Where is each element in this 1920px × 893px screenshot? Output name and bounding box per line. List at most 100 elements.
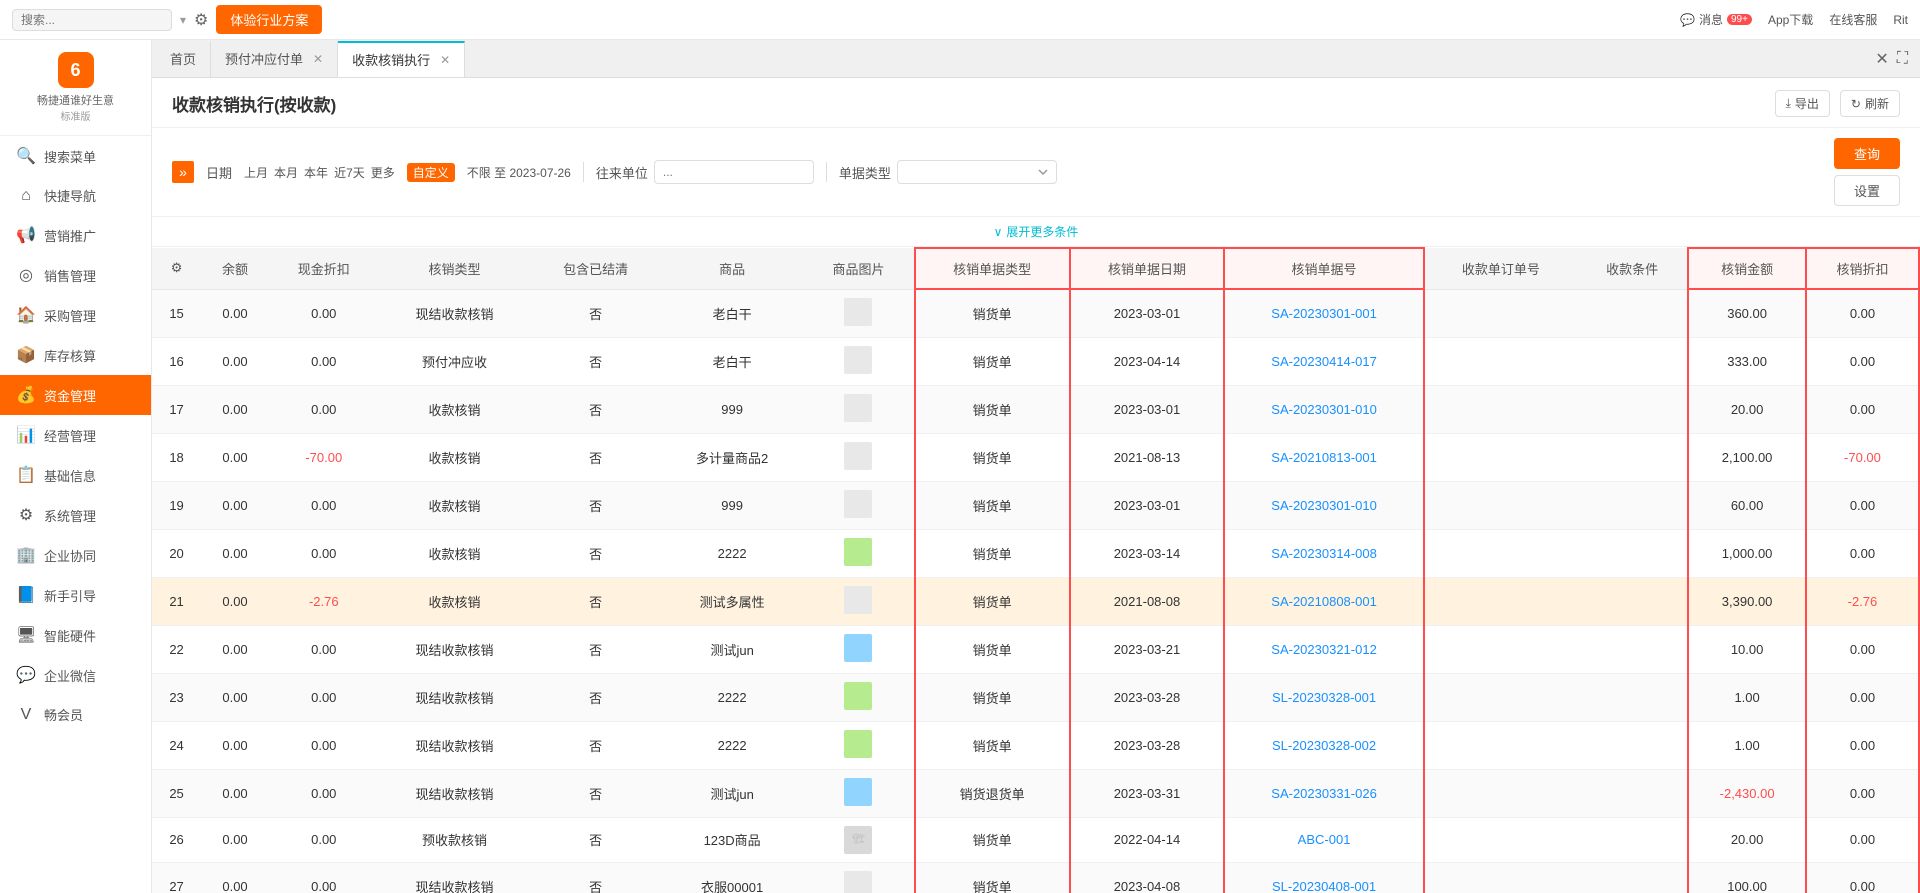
wechat-icon: 💬	[16, 665, 36, 685]
cell-amount: 20.00	[1688, 817, 1806, 862]
operation-icon: 📊	[16, 425, 36, 445]
cell-image: 🏗	[803, 817, 914, 862]
cell-bill_no[interactable]: SA-20210808-001	[1224, 577, 1423, 625]
date-option-上月[interactable]: 上月	[244, 164, 268, 181]
sidebar: 6 畅捷通谁好生意 标准版 🔍搜索菜单⌂快捷导航📢营销推广◎销售管理🏠采购管理📦…	[0, 40, 152, 893]
cell-conditions	[1577, 385, 1688, 433]
bill-no-link[interactable]: SA-20230314-008	[1271, 546, 1377, 561]
cell-goods: 999	[661, 481, 803, 529]
sidebar-item-hardware[interactable]: 🖥智能硬件	[0, 615, 151, 655]
service-btn[interactable]: 在线客服	[1829, 11, 1877, 28]
filter-separator-2	[826, 162, 827, 182]
chevron-down-icon[interactable]: ▾	[180, 13, 186, 27]
sidebar-item-sales[interactable]: ◎销售管理	[0, 255, 151, 295]
cell-bill_no[interactable]: SA-20230301-010	[1224, 481, 1423, 529]
expand-bar: ∨ 展开更多条件	[152, 217, 1920, 247]
bill-no-link[interactable]: SA-20230301-010	[1271, 402, 1377, 417]
bill-no-link[interactable]: SL-20230328-001	[1272, 690, 1376, 705]
cell-bill_no[interactable]: ABC-001	[1224, 817, 1423, 862]
sidebar-menu: 🔍搜索菜单⌂快捷导航📢营销推广◎销售管理🏠采购管理📦库存核算💰资金管理 📊 经营管理…	[0, 136, 151, 893]
bill-no-link[interactable]: SA-20230414-017	[1271, 354, 1377, 369]
sidebar-item-system[interactable]: ⚙系统管理	[0, 495, 151, 535]
industry-btn[interactable]: 体验行业方案	[216, 5, 322, 34]
sidebar-item-guide[interactable]: 📘新手引导	[0, 575, 151, 615]
cell-write_discount: 0.00	[1806, 385, 1919, 433]
date-option-本年[interactable]: 本年	[304, 164, 328, 181]
tab-writeoff[interactable]: 收款核销执行✕	[338, 41, 465, 77]
bill-no-link[interactable]: SA-20230301-001	[1271, 306, 1377, 321]
partner-input[interactable]	[654, 160, 814, 184]
bill-no-link[interactable]: SL-20230408-001	[1272, 879, 1376, 893]
cell-goods: 测试jun	[661, 625, 803, 673]
sidebar-label-operation: 经营管理	[44, 426, 96, 445]
settings-btn[interactable]: 设置	[1834, 175, 1900, 206]
cell-type: 现结收款核销	[379, 769, 531, 817]
cell-bill_no[interactable]: SA-20230301-001	[1224, 289, 1423, 337]
custom-date-btn[interactable]: 自定义	[407, 163, 455, 182]
cell-bill_date: 2023-03-01	[1070, 481, 1225, 529]
tab-close-prepaid[interactable]: ✕	[313, 52, 323, 66]
cell-gear: 24	[152, 721, 201, 769]
bill-no-link[interactable]: SA-20210808-001	[1271, 594, 1377, 609]
bill-no-link[interactable]: SA-20230331-026	[1271, 786, 1377, 801]
product-image	[844, 490, 872, 518]
cell-bill_no[interactable]: SA-20230321-012	[1224, 625, 1423, 673]
tab-close-writeoff[interactable]: ✕	[440, 53, 450, 67]
cell-bill_no[interactable]: SA-20230331-026	[1224, 769, 1423, 817]
search-input[interactable]	[12, 9, 172, 31]
user-btn[interactable]: Rit	[1893, 13, 1908, 27]
sidebar-item-corp[interactable]: 🏢企业协同	[0, 535, 151, 575]
sidebar-item-marketing[interactable]: 📢营销推广	[0, 215, 151, 255]
cell-bill_no[interactable]: SA-20210813-001	[1224, 433, 1423, 481]
cell-amount: 360.00	[1688, 289, 1806, 337]
app-download-btn[interactable]: App下载	[1768, 11, 1813, 28]
refresh-btn[interactable]: ↻ 刷新	[1840, 90, 1900, 117]
close-window-btn[interactable]: ✕	[1875, 49, 1888, 69]
maximize-btn[interactable]: ⛶	[1897, 50, 1908, 68]
message-btn[interactable]: 💬 消息 99+	[1680, 11, 1752, 28]
page-header-actions: ⤓ 导出 ↻ 刷新	[1775, 90, 1900, 117]
tab-bar-actions: ✕ ⛶	[1875, 49, 1916, 69]
sidebar-item-inventory[interactable]: 📦库存核算	[0, 335, 151, 375]
cell-bill_no[interactable]: SL-20230328-002	[1224, 721, 1423, 769]
sidebar-item-wechat[interactable]: 💬企业微信	[0, 655, 151, 695]
date-option-近7天[interactable]: 近7天	[334, 164, 365, 181]
bill-no-link[interactable]: SL-20230328-002	[1272, 738, 1376, 753]
type-select[interactable]	[897, 160, 1057, 184]
cell-amount: -2,430.00	[1688, 769, 1806, 817]
col-header-image: 商品图片	[803, 248, 914, 289]
sidebar-item-vip[interactable]: V畅会员	[0, 695, 151, 734]
tab-home[interactable]: 首页	[156, 41, 211, 77]
gear-icon[interactable]: ⚙	[194, 10, 208, 30]
cell-bill_no[interactable]: SL-20230408-001	[1224, 862, 1423, 893]
cell-bill_no[interactable]: SA-20230314-008	[1224, 529, 1423, 577]
bill-no-link[interactable]: SA-20210813-001	[1271, 450, 1377, 465]
sidebar-item-search[interactable]: 🔍搜索菜单	[0, 136, 151, 176]
cell-bill_no[interactable]: SA-20230414-017	[1224, 337, 1423, 385]
cell-bill_no[interactable]: SL-20230328-001	[1224, 673, 1423, 721]
sidebar-label-corp: 企业协同	[44, 546, 96, 565]
sidebar-item-shortcut[interactable]: ⌂快捷导航	[0, 176, 151, 215]
sidebar-item-base[interactable]: 📋基础信息	[0, 455, 151, 495]
col-header-write_discount: 核销折扣	[1806, 248, 1919, 289]
date-option-本月[interactable]: 本月	[274, 164, 298, 181]
product-image	[844, 298, 872, 326]
filter-toggle-btn[interactable]: »	[172, 161, 194, 183]
date-option-更多[interactable]: 更多	[371, 164, 395, 181]
expand-btn[interactable]: ∨ 展开更多条件	[994, 223, 1079, 240]
cell-image	[803, 862, 914, 893]
sidebar-item-purchase[interactable]: 🏠采购管理	[0, 295, 151, 335]
bill-no-link[interactable]: SA-20230321-012	[1271, 642, 1377, 657]
sidebar-item-operation[interactable]: 📊 经营管理	[0, 415, 151, 455]
sidebar-item-finance[interactable]: 💰资金管理	[0, 375, 151, 415]
bill-no-link[interactable]: SA-20230301-010	[1271, 498, 1377, 513]
cell-settled: 否	[530, 625, 661, 673]
bill-no-link[interactable]: ABC-001	[1298, 832, 1351, 847]
cell-amount: 333.00	[1688, 337, 1806, 385]
cell-write_discount: 0.00	[1806, 529, 1919, 577]
query-btn[interactable]: 查询	[1834, 138, 1900, 169]
cell-bill_no[interactable]: SA-20230301-010	[1224, 385, 1423, 433]
tab-prepaid[interactable]: 预付冲应付单✕	[211, 41, 338, 77]
cell-type: 收款核销	[379, 577, 531, 625]
export-btn[interactable]: ⤓ 导出	[1775, 90, 1830, 117]
